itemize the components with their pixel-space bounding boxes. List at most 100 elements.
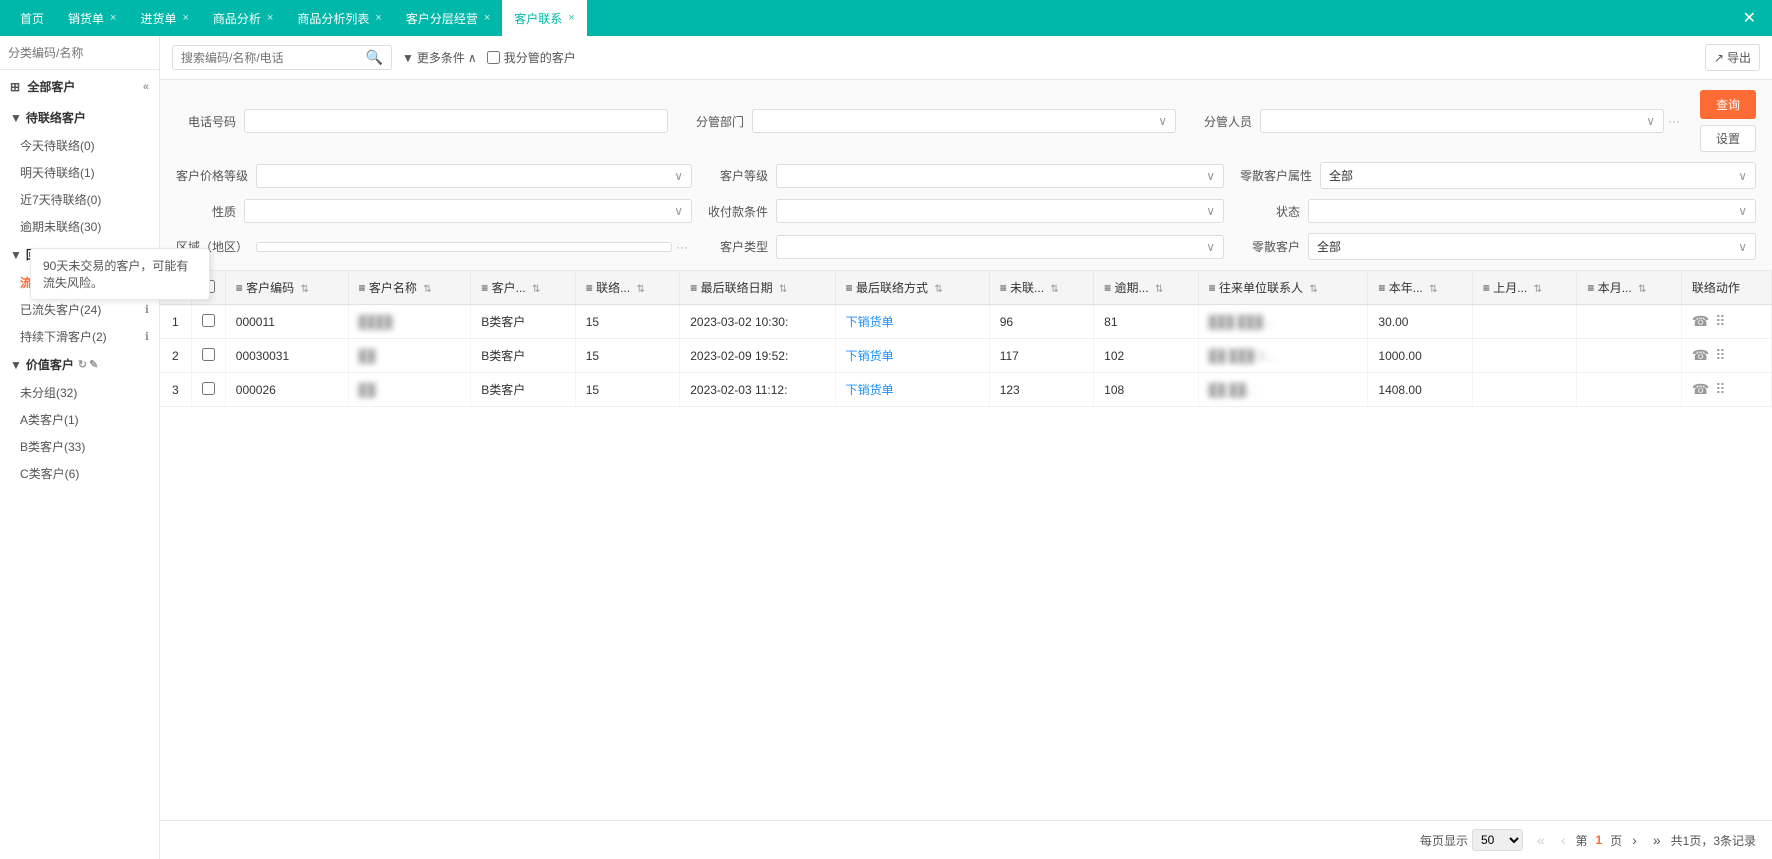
more-action-icon-2[interactable]: ⠿ — [1715, 347, 1725, 364]
sidebar-item-class-b[interactable]: B类客户(33) — [0, 433, 159, 460]
sidebar-item-7days[interactable]: 近7天待联络(0) — [0, 186, 159, 213]
sidebar-item-declining[interactable]: 持续下滑客户(2) ℹ — [0, 323, 159, 350]
sidebar-item-overdue[interactable]: 逾期未联络(30) — [0, 213, 159, 240]
filter-cust-level-label: 客户等级 — [708, 167, 768, 184]
filter-retail-select[interactable]: 全部 ∨ — [1308, 233, 1756, 260]
row-select-1[interactable] — [202, 314, 215, 327]
filter-status-select[interactable]: ∨ — [1308, 199, 1756, 223]
filter-cust-type-select[interactable]: ∨ — [776, 235, 1224, 259]
nav-purchase[interactable]: 进货单 × — [128, 0, 200, 36]
prev-page-btn[interactable]: ‹ — [1555, 830, 1572, 850]
settings-button[interactable]: 设置 — [1700, 125, 1756, 152]
th-this-month[interactable]: ≡ 本月... ⇅ — [1577, 271, 1681, 305]
row-c2-3: ██ ██... — [1198, 373, 1368, 407]
person-dots-icon[interactable]: ··· — [1664, 114, 1684, 128]
nav-customer-tier[interactable]: 客户分层经营 × — [394, 0, 502, 36]
close-analysis-icon[interactable]: × — [267, 12, 273, 24]
contact-icon-1[interactable]: ☎ — [1692, 313, 1709, 330]
chevron-nature-icon: ∨ — [674, 204, 683, 218]
row-method-link-2[interactable]: 下销货单 — [846, 349, 894, 363]
sidebar-item-ungrouped[interactable]: 未分组(32) — [0, 379, 159, 406]
filter-payment: 收付款条件 ∨ — [708, 199, 1224, 223]
row-method-link-1[interactable]: 下销货单 — [846, 315, 894, 329]
sidebar-item-churned[interactable]: 已流失客户(24) ℹ — [0, 296, 159, 323]
per-page-select[interactable]: 50 100 200 — [1472, 829, 1523, 851]
filter-payment-select[interactable]: ∨ — [776, 199, 1224, 223]
filter-person-label: 分管人员 — [1192, 113, 1252, 130]
th-last-method[interactable]: ≡ 最后联络方式 ⇅ — [835, 271, 989, 305]
customer-table: ⚙ ≡ 客户编码 ⇅ ≡ 客户名称 ⇅ — [160, 271, 1772, 407]
filter-cust-level-select[interactable]: ∨ — [776, 164, 1224, 188]
filter-region-select[interactable] — [256, 242, 672, 252]
region-dots-icon[interactable]: ··· — [672, 240, 692, 254]
more-action-icon-1[interactable]: ⠿ — [1715, 313, 1725, 330]
sidebar-search-input[interactable] — [8, 46, 160, 60]
nav-customer-contact[interactable]: 客户联系 × — [502, 0, 586, 36]
nav-sales[interactable]: 销货单 × — [56, 0, 128, 36]
query-button[interactable]: 查询 — [1700, 90, 1756, 119]
sidebar-section-value[interactable]: ▼ 价值客户 ↻ ✎ — [0, 350, 159, 379]
row-method-link-3[interactable]: 下销货单 — [846, 383, 894, 397]
global-close-button[interactable]: ✕ — [1735, 8, 1764, 28]
row-select-3[interactable] — [202, 382, 215, 395]
filter-row-2: 客户价格等级 ∨ 客户等级 ∨ 零散客户属性 全部 — [176, 162, 1756, 189]
filter-dept-label: 分管部门 — [684, 113, 744, 130]
sidebar-section-pending[interactable]: ▼ 待联络客户 — [0, 103, 159, 132]
filter-dept-select[interactable]: ∨ — [752, 109, 1176, 133]
th-contact[interactable]: ≡ 联络... ⇅ — [575, 271, 679, 305]
row-nc-1: 96 — [989, 305, 1093, 339]
th-not-contacted[interactable]: ≡ 未联... ⇅ — [989, 271, 1093, 305]
th-overdue[interactable]: ≡ 逾期... ⇅ — [1094, 271, 1198, 305]
close-sales-icon[interactable]: × — [110, 12, 116, 24]
nav-analysis-list[interactable]: 商品分析列表 × — [285, 0, 393, 36]
th-name[interactable]: ≡ 客户名称 ⇅ — [348, 271, 471, 305]
row-type-1: B类客户 — [471, 305, 575, 339]
close-analysis-list-icon[interactable]: × — [375, 12, 381, 24]
sidebar-item-tomorrow[interactable]: 明天待联络(1) — [0, 159, 159, 186]
nav-home[interactable]: 首页 — [8, 0, 56, 36]
th-this-year[interactable]: ≡ 本年... ⇅ — [1368, 271, 1472, 305]
sidebar-item-class-c[interactable]: C类客户(6) — [0, 460, 159, 487]
filter-retail-attr: 零散客户属性 全部 ∨ — [1240, 162, 1756, 189]
filter-nature-select[interactable]: ∨ — [244, 199, 692, 223]
close-purchase-icon[interactable]: × — [182, 12, 188, 24]
filter-search-icon[interactable]: 🔍 — [366, 49, 383, 66]
more-conditions-btn[interactable]: ▼ 更多条件 ∧ — [402, 49, 477, 66]
refresh-icon[interactable]: ↻ — [78, 358, 87, 371]
th-last-month[interactable]: ≡ 上月... ⇅ — [1472, 271, 1576, 305]
th-type[interactable]: ≡ 客户... ⇅ — [471, 271, 575, 305]
filter-retail-attr-select[interactable]: 全部 ∨ — [1320, 162, 1756, 189]
filter-status: 状态 ∨ — [1240, 199, 1756, 223]
search-input[interactable] — [181, 51, 366, 65]
th-last-date[interactable]: ≡ 最后联络日期 ⇅ — [680, 271, 835, 305]
contact-icon-3[interactable]: ☎ — [1692, 381, 1709, 398]
sidebar-all-customers[interactable]: ⊞ 全部客户 « — [0, 70, 159, 103]
my-customers-checkbox[interactable] — [487, 51, 500, 64]
sidebar-item-class-a[interactable]: A类客户(1) — [0, 406, 159, 433]
export-button[interactable]: ↗ 导出 — [1705, 44, 1760, 71]
first-page-btn[interactable]: « — [1531, 830, 1551, 850]
row-tm-2 — [1577, 339, 1681, 373]
last-page-btn[interactable]: » — [1647, 830, 1667, 850]
contact-icon-2[interactable]: ☎ — [1692, 347, 1709, 364]
th-contact2[interactable]: ≡ 往来单位联系人 ⇅ — [1198, 271, 1368, 305]
filter-phone-input[interactable] — [244, 109, 668, 133]
row-select-2[interactable] — [202, 348, 215, 361]
sort-arrow-tm: ⇅ — [1638, 284, 1646, 295]
sort-icon-type: ≡ — [481, 281, 488, 295]
th-code[interactable]: ≡ 客户编码 ⇅ — [225, 271, 348, 305]
next-page-btn[interactable]: › — [1626, 830, 1643, 850]
close-tier-icon[interactable]: × — [484, 12, 490, 24]
filter-row-1: 电话号码 分管部门 ∨ 分管人员 ∨ ··· — [176, 90, 1756, 152]
sort-icon-tm: ≡ — [1587, 281, 1594, 295]
more-action-icon-3[interactable]: ⠿ — [1715, 381, 1725, 398]
edit-icon[interactable]: ✎ — [89, 358, 98, 371]
close-contact-icon[interactable]: × — [568, 12, 574, 24]
nav-analysis[interactable]: 商品分析 × — [201, 0, 285, 36]
filter-person-select[interactable]: ∨ — [1260, 109, 1664, 133]
my-customers-toggle[interactable]: 我分管的客户 — [487, 49, 576, 66]
row-contact-1: 15 — [575, 305, 679, 339]
row-action-2: ☎ ⠿ — [1681, 339, 1771, 373]
filter-price-select[interactable]: ∨ — [256, 164, 692, 188]
sidebar-item-today[interactable]: 今天待联络(0) — [0, 132, 159, 159]
